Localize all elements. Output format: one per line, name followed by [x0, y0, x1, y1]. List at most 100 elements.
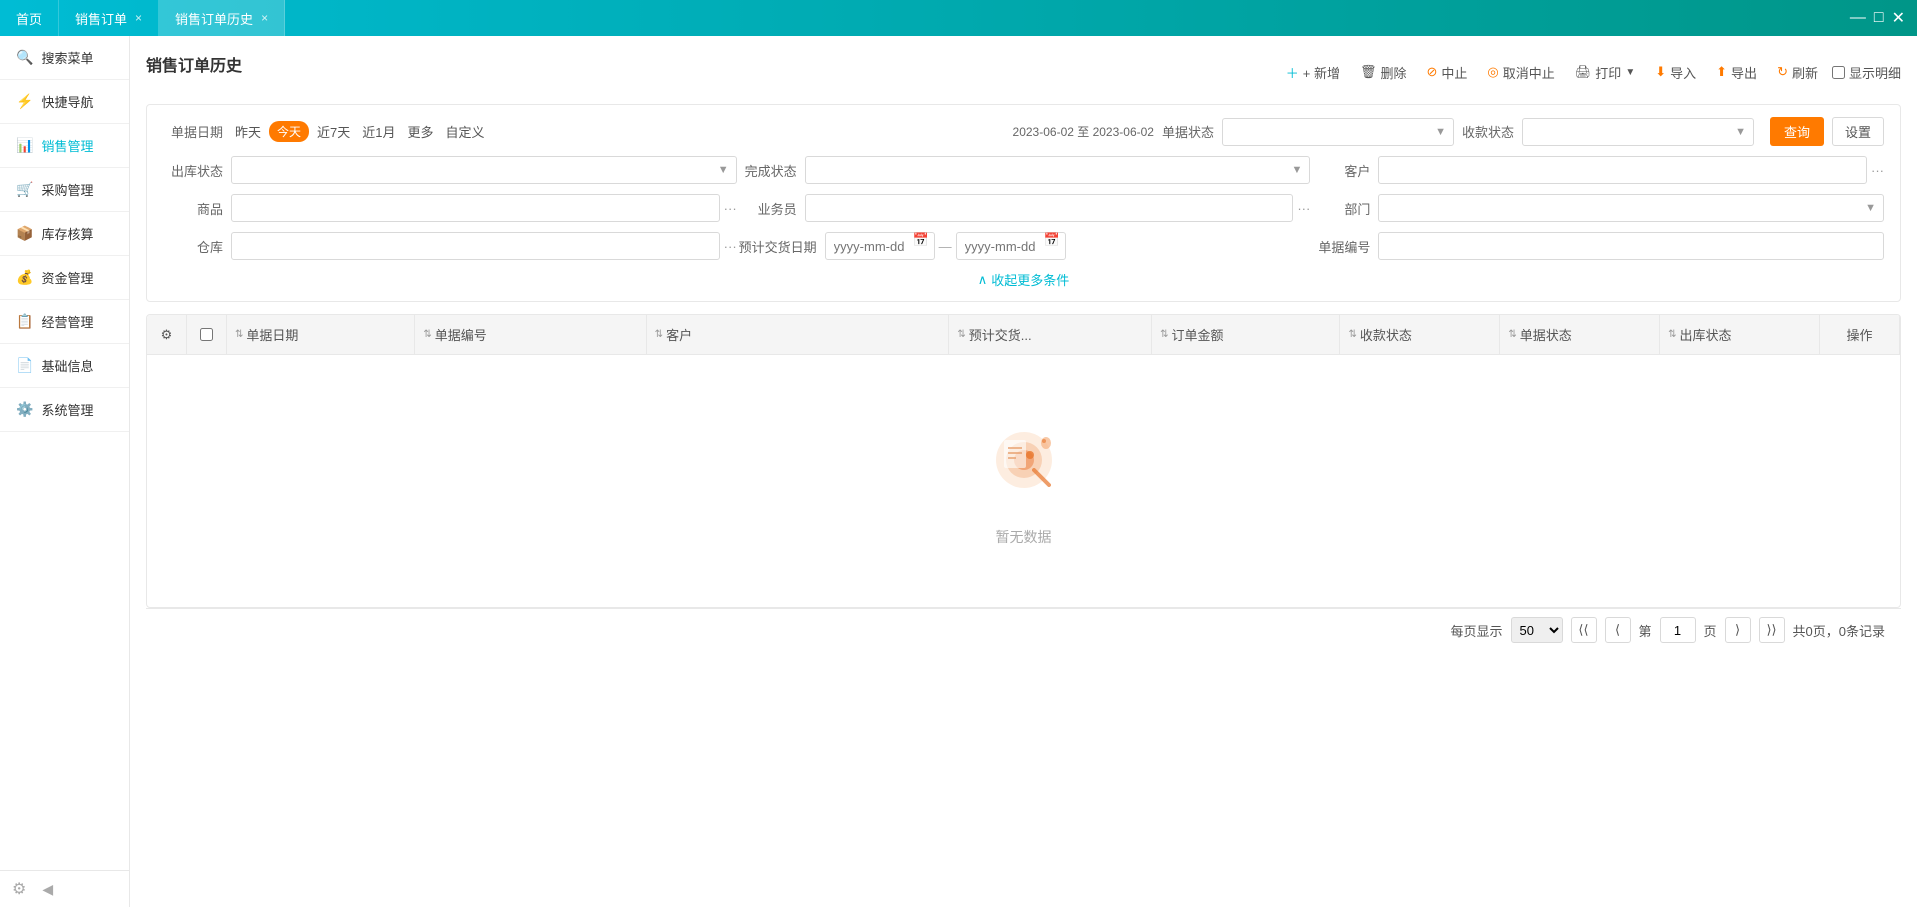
date-range-text: 2023-06-02 至 2023-06-02: [1013, 123, 1154, 140]
warehouse-input[interactable]: [231, 232, 720, 260]
warehouse-lookup-icon[interactable]: ···: [724, 239, 737, 254]
close-button[interactable]: ✕: [1892, 8, 1905, 28]
sidebar-icon-search-menu: 🔍: [16, 49, 33, 66]
import-button[interactable]: ⬇ 导入: [1649, 59, 1702, 86]
th-settings[interactable]: ⚙: [147, 315, 187, 354]
minimize-button[interactable]: —: [1850, 9, 1866, 27]
customer-label: 客户: [1310, 161, 1370, 180]
tab-sales-order[interactable]: 销售订单×: [59, 0, 159, 36]
tab-close-sales-order[interactable]: ×: [135, 11, 142, 25]
department-select[interactable]: [1378, 194, 1884, 222]
data-table: ⚙ ⇅ 单据日期 ⇅ 单据编号 ⇅ 客户 ⇅: [146, 314, 1901, 608]
last-page-button[interactable]: ⟩⟩: [1759, 617, 1785, 643]
query-button[interactable]: 查询: [1770, 117, 1824, 146]
sidebar-icon-basic-info: 📄: [16, 357, 33, 374]
product-lookup-icon[interactable]: ···: [724, 201, 737, 216]
date-7days[interactable]: 近7天: [313, 120, 354, 143]
payment-select[interactable]: [1522, 118, 1754, 146]
customer-input[interactable]: [1378, 156, 1867, 184]
salesperson-control: ···: [805, 194, 1311, 222]
sidebar-item-basic-info[interactable]: 📄基础信息: [0, 344, 129, 388]
stop-button[interactable]: ⊘ 中止: [1421, 59, 1474, 86]
collapse-button[interactable]: ∧ 收起更多条件: [163, 270, 1884, 289]
next-page-button[interactable]: ⟩: [1725, 617, 1751, 643]
delete-button[interactable]: 🗑 删除: [1354, 59, 1413, 86]
export-button[interactable]: ⬆ 导出: [1710, 59, 1763, 86]
calendar-from-icon[interactable]: 📅: [912, 232, 928, 248]
sidebar-item-quick-nav[interactable]: ⚡ 快捷导航: [0, 80, 129, 124]
date-custom[interactable]: 自定义: [442, 120, 489, 143]
tab-close-sales-order-history[interactable]: ×: [261, 11, 268, 25]
sidebar-item-purchase[interactable]: 🛒采购管理: [0, 168, 129, 212]
date-today[interactable]: 今天: [269, 121, 309, 142]
complete-select[interactable]: [805, 156, 1311, 184]
cancel-stop-button[interactable]: ◎ 取消中止: [1481, 59, 1560, 86]
warehouse-out-select[interactable]: [231, 156, 737, 184]
filter-row-1: 单据日期 昨天 今天 近7天 近1月 更多 自定义 2023-06-02 至 2…: [163, 117, 1884, 146]
window-controls: — □ ✕: [1850, 8, 1917, 28]
sidebar-icon-quick-nav: ⚡: [16, 93, 33, 110]
maximize-button[interactable]: □: [1874, 9, 1884, 27]
page-number-input[interactable]: [1660, 617, 1696, 643]
th-sort-icon-payment[interactable]: ⇅: [1348, 329, 1356, 340]
salesperson-lookup-icon[interactable]: ···: [1297, 201, 1310, 216]
table-settings-icon[interactable]: ⚙: [161, 327, 173, 343]
doc-number-input[interactable]: [1378, 232, 1884, 260]
sidebar-settings-icon[interactable]: ⚙: [12, 879, 26, 899]
th-sort-icon-delivery[interactable]: ⇅: [957, 329, 965, 340]
customer-lookup-icon[interactable]: ···: [1871, 163, 1884, 178]
settings-button[interactable]: 设置: [1832, 117, 1884, 146]
th-payment: ⇅ 收款状态: [1340, 315, 1500, 354]
sidebar-label-quick-nav: 快捷导航: [41, 92, 93, 111]
warehouse-out-control: ▼: [231, 156, 737, 184]
empty-illustration: [974, 415, 1074, 515]
sidebar-item-operations[interactable]: 📋经营管理: [0, 300, 129, 344]
sidebar-label-finance: 资金管理: [41, 268, 93, 287]
top-bar: 首页销售订单×销售订单历史× — □ ✕: [0, 0, 1917, 36]
th-sort-icon-amount[interactable]: ⇅: [1160, 329, 1168, 340]
th-amount: ⇅ 订单金额: [1152, 315, 1340, 354]
page-size-select[interactable]: 10 20 50 100: [1511, 617, 1563, 643]
th-sort-icon-warehouse[interactable]: ⇅: [1668, 329, 1676, 340]
th-sort-icon-number[interactable]: ⇅: [423, 329, 431, 340]
date-label: 单据日期: [163, 122, 223, 141]
sidebar-bottom: ⚙ ◀: [0, 870, 129, 907]
status-control: ▼: [1222, 118, 1454, 146]
tab-sales-order-history[interactable]: 销售订单历史×: [159, 0, 285, 36]
show-detail-checkbox[interactable]: [1832, 66, 1845, 79]
sidebar-item-system[interactable]: ⚙️系统管理: [0, 388, 129, 432]
tab-home[interactable]: 首页: [0, 0, 59, 36]
prev-page-button[interactable]: ⟨: [1605, 617, 1631, 643]
new-button[interactable]: ＋ + 新增: [1280, 59, 1346, 86]
sidebar-item-finance[interactable]: 💰资金管理: [0, 256, 129, 300]
sidebar-item-search-menu[interactable]: 🔍搜索菜单: [0, 36, 129, 80]
date-1month[interactable]: 近1月: [358, 120, 399, 143]
th-delivery: ⇅ 预计交货...: [949, 315, 1152, 354]
date-yesterday[interactable]: 昨天: [231, 120, 265, 143]
th-sort-icon-customer[interactable]: ⇅: [655, 329, 663, 340]
warehouse-control: ···: [231, 232, 737, 260]
sidebar-item-inventory[interactable]: 📦库存核算: [0, 212, 129, 256]
th-checkbox[interactable]: [187, 315, 227, 354]
date-more[interactable]: 更多: [404, 120, 438, 143]
select-all-checkbox[interactable]: [200, 328, 213, 341]
show-detail-label[interactable]: 显示明细: [1832, 63, 1901, 82]
export-icon: ⬆: [1716, 64, 1727, 80]
print-button[interactable]: 🖨 打印 ▼: [1569, 59, 1641, 86]
refresh-icon: ↻: [1777, 64, 1788, 80]
th-sort-icon-date[interactable]: ⇅: [235, 329, 243, 340]
refresh-button[interactable]: ↻ 刷新: [1771, 59, 1824, 86]
salesperson-input[interactable]: [805, 194, 1294, 222]
status-select[interactable]: [1222, 118, 1454, 146]
product-input[interactable]: [231, 194, 720, 222]
th-sort-icon-doc-status[interactable]: ⇅: [1508, 329, 1516, 340]
calendar-to-icon[interactable]: 📅: [1043, 232, 1059, 248]
th-number: ⇅ 单据编号: [415, 315, 646, 354]
print-icon: 🖨: [1575, 64, 1592, 80]
sidebar-item-sales[interactable]: 📊销售管理: [0, 124, 129, 168]
import-icon: ⬇: [1655, 64, 1666, 80]
status-label: 单据状态: [1154, 122, 1214, 141]
first-page-button[interactable]: ⟨⟨: [1571, 617, 1597, 643]
complete-label: 完成状态: [737, 161, 797, 180]
sidebar-collapse-icon[interactable]: ◀: [42, 881, 53, 898]
